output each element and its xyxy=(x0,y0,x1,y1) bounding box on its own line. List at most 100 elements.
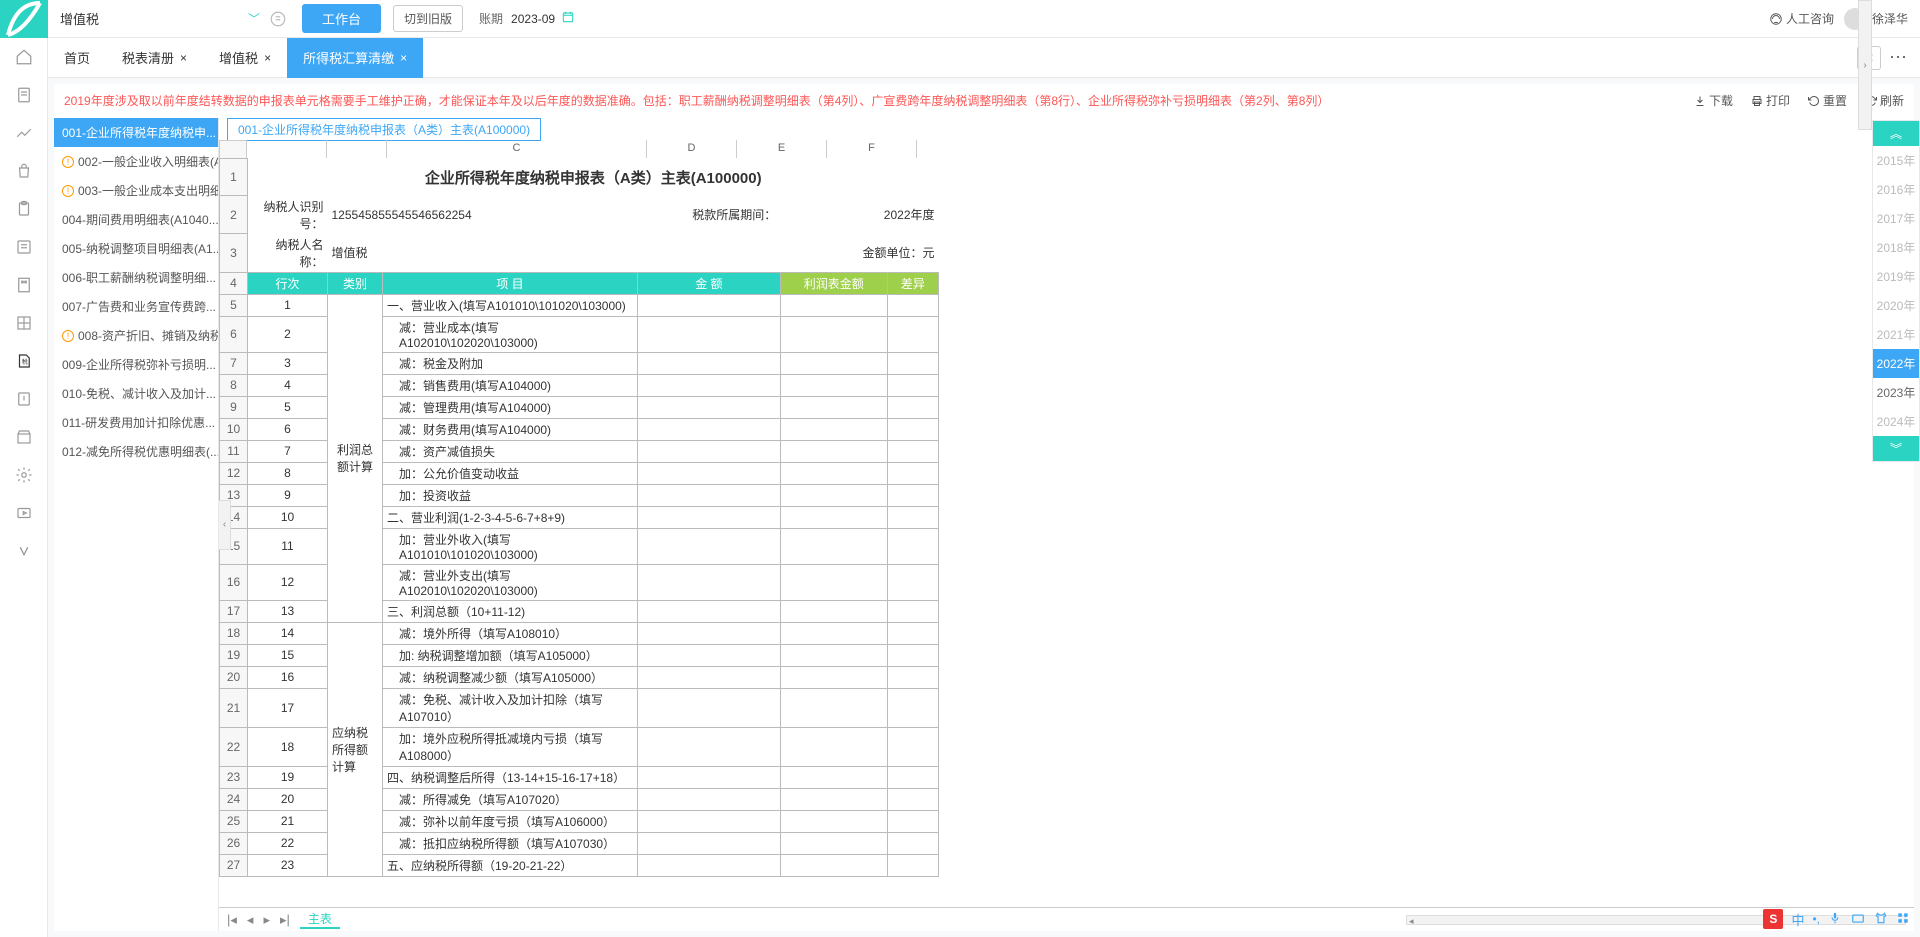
year-option[interactable]: 2018年 xyxy=(1873,233,1919,262)
value-cell[interactable] xyxy=(638,528,781,564)
table-row[interactable]: 62减：营业成本(填写A102010\102020\103000) xyxy=(220,316,939,352)
table-row[interactable]: 2117减：免税、减计收入及加计扣除（填写A107010） xyxy=(220,688,939,727)
value-cell[interactable] xyxy=(780,666,887,688)
value-cell[interactable] xyxy=(887,622,938,644)
expand-right-handle[interactable]: › xyxy=(1858,0,1872,130)
value-cell[interactable] xyxy=(638,766,781,788)
table-row[interactable]: 1814应纳税所得额计算减：境外所得（填写A108010） xyxy=(220,622,939,644)
column-header[interactable]: E xyxy=(737,140,827,158)
table-row[interactable]: 106减：财务费用(填写A104000) xyxy=(220,418,939,440)
value-cell[interactable] xyxy=(887,440,938,462)
close-icon[interactable]: × xyxy=(180,51,187,65)
value-cell[interactable] xyxy=(780,484,887,506)
value-cell[interactable] xyxy=(638,352,781,374)
nav-v-icon[interactable] xyxy=(0,532,48,570)
table-row[interactable]: 2218加：境外应税所得抵减境内亏损（填写A108000） xyxy=(220,727,939,766)
value-cell[interactable] xyxy=(887,484,938,506)
formlist-item[interactable]: !002-一般企业收入明细表(A1... xyxy=(54,147,218,176)
column-header[interactable] xyxy=(247,140,327,158)
formlist-item[interactable]: 009-企业所得税弥补亏损明... xyxy=(54,350,218,379)
table-row[interactable]: 117减：资产减值损失 xyxy=(220,440,939,462)
tab[interactable]: 税表清册× xyxy=(106,38,203,78)
value-cell[interactable] xyxy=(780,418,887,440)
value-cell[interactable] xyxy=(638,564,781,600)
value-cell[interactable] xyxy=(887,766,938,788)
value-cell[interactable] xyxy=(638,600,781,622)
ime-skin-icon[interactable] xyxy=(1874,911,1888,928)
table-row[interactable]: 95减：管理费用(填写A104000) xyxy=(220,396,939,418)
nav-settings-icon[interactable] xyxy=(0,456,48,494)
table-row[interactable]: 1511加：营业外收入(填写A101010\101020\103000) xyxy=(220,528,939,564)
value-cell[interactable] xyxy=(887,418,938,440)
value-cell[interactable] xyxy=(887,396,938,418)
nav-tax-icon[interactable]: 税 xyxy=(0,342,48,380)
year-down-button[interactable]: ︾ xyxy=(1873,436,1919,461)
table-row[interactable]: 1713三、利润总额（10+11-12) xyxy=(220,600,939,622)
table-row[interactable]: 51利润总额计算一、营业收入(填写A101010\101020\103000) xyxy=(220,294,939,316)
year-option[interactable]: 2017年 xyxy=(1873,204,1919,233)
company-selector[interactable]: 增值税 ﹀ xyxy=(60,9,260,28)
table-row[interactable]: 73减：税金及附加 xyxy=(220,352,939,374)
year-option[interactable]: 2019年 xyxy=(1873,262,1919,291)
old-version-button[interactable]: 切到旧版 xyxy=(393,5,463,32)
column-header[interactable]: F xyxy=(827,140,917,158)
year-option[interactable]: 2020年 xyxy=(1873,291,1919,320)
value-cell[interactable] xyxy=(780,644,887,666)
value-cell[interactable] xyxy=(780,396,887,418)
value-cell[interactable] xyxy=(638,727,781,766)
value-cell[interactable] xyxy=(638,440,781,462)
value-cell[interactable] xyxy=(780,440,887,462)
value-cell[interactable] xyxy=(780,352,887,374)
table-row[interactable]: 2319四、纳税调整后所得（13-14+15-16-17+18） xyxy=(220,766,939,788)
formlist-item[interactable]: 012-减免所得税优惠明细表(... xyxy=(54,437,218,466)
value-cell[interactable] xyxy=(780,600,887,622)
value-cell[interactable] xyxy=(780,727,887,766)
close-icon[interactable]: × xyxy=(400,51,407,65)
column-header[interactable]: C xyxy=(387,140,647,158)
value-cell[interactable] xyxy=(638,644,781,666)
nav-building-icon[interactable] xyxy=(0,266,48,304)
value-cell[interactable] xyxy=(638,374,781,396)
value-cell[interactable] xyxy=(887,316,938,352)
value-cell[interactable] xyxy=(780,564,887,600)
nav-video-icon[interactable] xyxy=(0,494,48,532)
tab[interactable]: 所得税汇算清缴× xyxy=(287,38,423,78)
ime-mic-icon[interactable] xyxy=(1828,911,1842,928)
value-cell[interactable] xyxy=(780,316,887,352)
nav-export-icon[interactable] xyxy=(0,380,48,418)
value-cell[interactable] xyxy=(887,788,938,810)
value-cell[interactable] xyxy=(780,506,887,528)
value-cell[interactable] xyxy=(887,666,938,688)
tab[interactable]: 首页 xyxy=(48,38,106,78)
tab[interactable]: 增值税× xyxy=(203,38,287,78)
value-cell[interactable] xyxy=(887,352,938,374)
nav-chart-icon[interactable] xyxy=(0,114,48,152)
nav-home-icon[interactable] xyxy=(0,38,48,76)
table-row[interactable]: 1612减：营业外支出(填写A102010\102020\103000) xyxy=(220,564,939,600)
value-cell[interactable] xyxy=(887,506,938,528)
value-cell[interactable] xyxy=(887,600,938,622)
workbench-button[interactable]: 工作台 xyxy=(302,4,381,33)
reset-button[interactable]: 重置 xyxy=(1808,92,1847,109)
table-row[interactable]: 2521减：弥补以前年度亏损（填写A106000） xyxy=(220,810,939,832)
value-cell[interactable] xyxy=(638,810,781,832)
value-cell[interactable] xyxy=(638,688,781,727)
download-button[interactable]: 下载 xyxy=(1694,92,1733,109)
value-cell[interactable] xyxy=(780,294,887,316)
year-option[interactable]: 2016年 xyxy=(1873,175,1919,204)
table-row[interactable]: 2723五、应纳税所得额（19-20-21-22） xyxy=(220,854,939,876)
value-cell[interactable] xyxy=(638,294,781,316)
table-row[interactable]: 2016减：纳税调整减少额（填写A105000） xyxy=(220,666,939,688)
value-cell[interactable] xyxy=(887,727,938,766)
nav-grid-icon[interactable] xyxy=(0,304,48,342)
value-cell[interactable] xyxy=(638,622,781,644)
formlist-item[interactable]: 006-职工薪酬纳税调整明细... xyxy=(54,263,218,292)
value-cell[interactable] xyxy=(887,374,938,396)
ime-lang[interactable]: 中 xyxy=(1791,910,1804,929)
consult-link[interactable]: 人工咨询 xyxy=(1769,10,1834,27)
nav-list-icon[interactable] xyxy=(0,228,48,266)
print-button[interactable]: 打印 xyxy=(1751,92,1790,109)
value-cell[interactable] xyxy=(887,294,938,316)
calendar-icon[interactable] xyxy=(561,10,575,27)
value-cell[interactable] xyxy=(887,854,938,876)
